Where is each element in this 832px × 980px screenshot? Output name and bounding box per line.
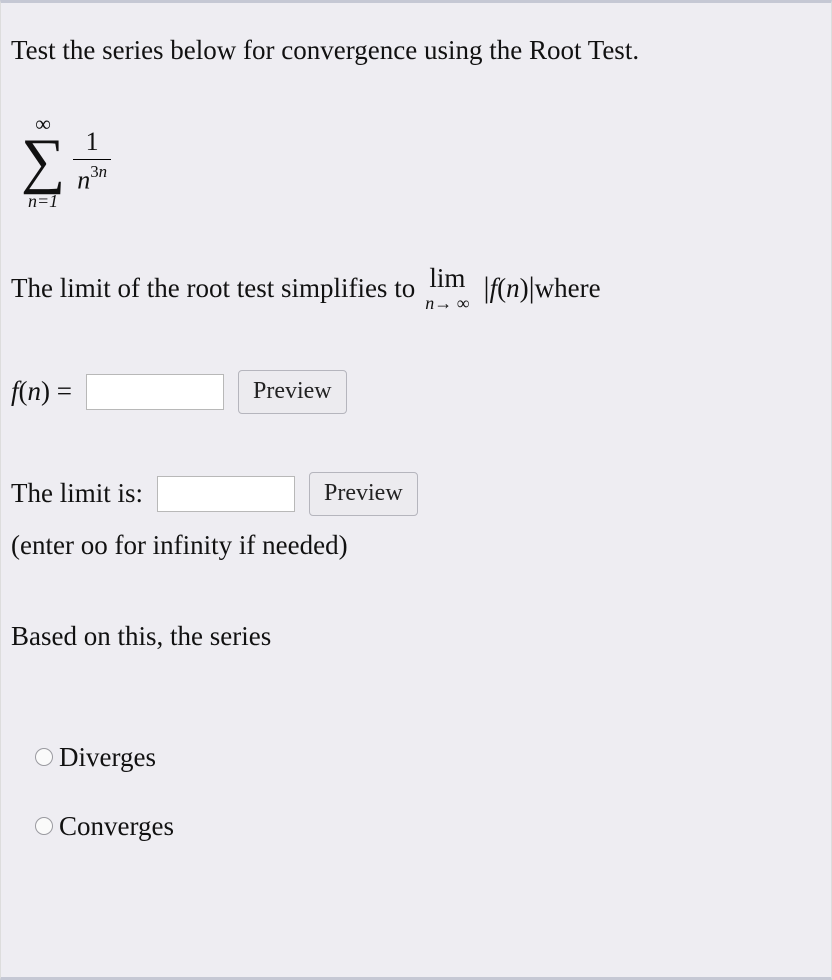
option-diverges[interactable]: Diverges [35, 742, 821, 773]
intro-text: Test the series below for convergence us… [11, 33, 821, 68]
limit-input-row: The limit is: Preview [11, 472, 821, 516]
radio-icon [35, 748, 53, 766]
series-fraction: 1 n3n [73, 129, 111, 194]
radio-icon [35, 817, 53, 835]
hint-text: (enter oo for infinity if needed) [11, 530, 821, 561]
preview-button-limit[interactable]: Preview [309, 472, 418, 516]
fn-input[interactable] [86, 374, 224, 410]
conclusion-text: Based on this, the series [11, 621, 821, 652]
preview-button-fn[interactable]: Preview [238, 370, 347, 414]
option-converges[interactable]: Converges [35, 811, 821, 842]
fraction-numerator: 1 [82, 129, 103, 159]
answer-options: Diverges Converges [35, 742, 821, 842]
fn-input-row: f(n) = Preview [11, 370, 821, 414]
limit-label: The limit is: [11, 478, 143, 509]
fraction-denominator: n3n [73, 159, 111, 194]
option-label: Diverges [59, 742, 156, 773]
option-label: Converges [59, 811, 174, 842]
series-expression: ∞ ∑ n=1 1 n3n [21, 113, 821, 210]
limit-expression: lim n→ ∞ [425, 265, 469, 312]
sigma-symbol: ∑ [21, 135, 65, 188]
limit-input[interactable] [157, 476, 295, 512]
fn-label: f(n) = [11, 376, 72, 407]
simplifies-text: The limit of the root test simplifies to… [11, 265, 821, 312]
sigma-lower: n=1 [28, 192, 58, 210]
